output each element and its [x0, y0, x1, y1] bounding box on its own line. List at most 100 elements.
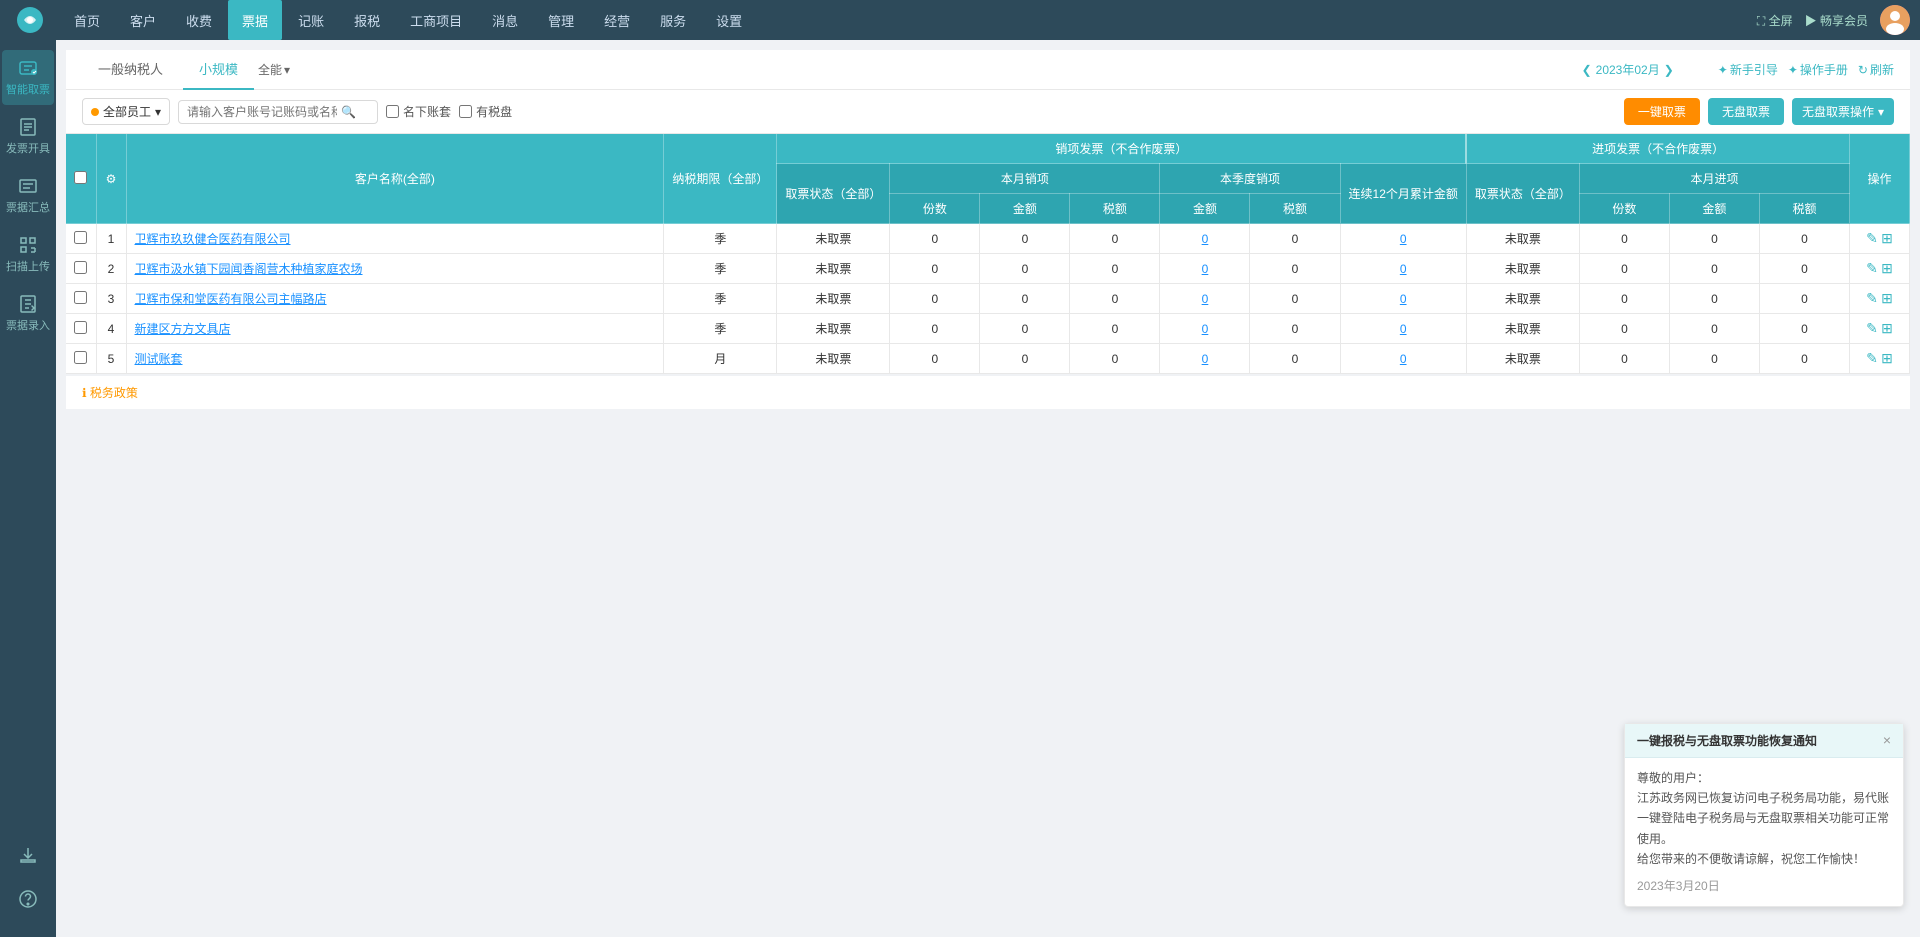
th-operations: 操作	[1850, 134, 1910, 224]
sidebar-item-issue-invoice[interactable]: 发票开具	[2, 109, 54, 164]
invoice-table: ⚙ 客户名称(全部) 纳税期限（全部） 销项发票（不合作废票） 进项发票（不合作…	[66, 134, 1910, 374]
nav-settings[interactable]: 设置	[702, 0, 756, 40]
client-name-filter[interactable]: 客户名称(全部)	[355, 170, 435, 187]
sidebar-item-scan[interactable]: 扫描上传	[2, 227, 54, 282]
row-sale-status: 未取票	[777, 254, 890, 284]
tax-footer[interactable]: ℹ 税务政策	[66, 376, 1910, 409]
table-row: 2 卫辉市汲水镇下园闻香阁营木种植家庭农场 季 未取票 0 0 0 0 0 0 …	[66, 254, 1910, 284]
detail-icon[interactable]: ⊞	[1881, 290, 1893, 307]
th-sale-quarter-tax: 税额	[1250, 194, 1340, 224]
one-click-ticket-btn[interactable]: 一键取票	[1624, 98, 1700, 125]
row-checkbox[interactable]	[66, 284, 96, 314]
tab-general-taxpayer[interactable]: 一般纳税人	[82, 50, 179, 90]
row-purchase-month-tax: 0	[1759, 344, 1849, 374]
nav-next-month[interactable]: ❯	[1664, 63, 1674, 77]
row-purchase-month-amount: 0	[1669, 344, 1759, 374]
row-sale-month-tax: 0	[1070, 344, 1160, 374]
edit-icon[interactable]: ✎	[1866, 350, 1878, 367]
nav-business2[interactable]: 经营	[590, 0, 644, 40]
employee-filter-label: 全部员工	[103, 103, 151, 120]
th-sale-month-amount: 金额	[980, 194, 1070, 224]
notification-title: 一键报税与无盘取票功能恢复通知	[1637, 732, 1817, 749]
has-tax-disk-filter[interactable]: 有税盘	[459, 103, 512, 120]
sidebar-label-smart-ticket: 智能取票	[6, 81, 50, 97]
settings-icon[interactable]: ⚙	[106, 172, 117, 186]
row-sale-quarter-tax: 0	[1250, 284, 1340, 314]
row-actions: ✎ ⊞	[1850, 314, 1910, 344]
row-purchase-month-amount: 0	[1669, 254, 1759, 284]
row-actions: ✎ ⊞	[1850, 224, 1910, 254]
row-purchase-month-tax: 0	[1759, 284, 1849, 314]
nav-home[interactable]: 首页	[60, 0, 114, 40]
table-row: 5 测试账套 月 未取票 0 0 0 0 0 0 未取票 0 0 0 ✎ ⊞	[66, 344, 1910, 374]
row-sale-month-count: 0	[890, 284, 980, 314]
no-disk-ticket-btn[interactable]: 无盘取票	[1708, 98, 1784, 125]
fullscreen-btn[interactable]: ⛶ 全屏	[1757, 12, 1793, 29]
row-checkbox[interactable]	[66, 314, 96, 344]
search-icon[interactable]: 🔍	[341, 105, 356, 119]
refresh-link[interactable]: ↻ 刷新	[1858, 61, 1894, 78]
row-sale-month-tax: 0	[1070, 224, 1160, 254]
th-tax-period: 纳税期限（全部）	[664, 134, 777, 224]
search-input[interactable]	[187, 105, 337, 119]
th-client-name: 客户名称(全部)	[126, 134, 664, 224]
sidebar-item-smart-ticket[interactable]: 智能取票	[2, 50, 54, 105]
edit-icon[interactable]: ✎	[1866, 230, 1878, 247]
row-checkbox[interactable]	[66, 224, 96, 254]
detail-icon[interactable]: ⊞	[1881, 320, 1893, 337]
sub-account-checkbox[interactable]	[386, 105, 399, 118]
row-client-name: 测试账套	[126, 344, 664, 374]
sidebar-item-entry[interactable]: 票据录入	[2, 286, 54, 341]
detail-icon[interactable]: ⊞	[1881, 350, 1893, 367]
row-checkbox[interactable]	[66, 344, 96, 374]
nav-fee[interactable]: 收费	[172, 0, 226, 40]
nav-bookkeeping[interactable]: 记账	[284, 0, 338, 40]
edit-icon[interactable]: ✎	[1866, 320, 1878, 337]
th-purchase-group: 进项发票（不合作废票）	[1466, 134, 1849, 164]
search-box: 🔍	[178, 100, 378, 124]
detail-icon[interactable]: ⊞	[1881, 230, 1893, 247]
sub-account-filter[interactable]: 名下账套	[386, 103, 451, 120]
row-sale-status: 未取票	[777, 284, 890, 314]
row-purchase-status: 未取票	[1466, 254, 1579, 284]
nav-client[interactable]: 客户	[116, 0, 170, 40]
new-guide-link[interactable]: ✦ 新手引导	[1718, 61, 1778, 78]
tab-small-scale[interactable]: 小规模	[183, 50, 254, 90]
notification-panel: 一键报税与无盘取票功能恢复通知 × 尊敬的用户： 江苏政务网已恢复访问电子税务局…	[1624, 723, 1904, 907]
th-sale-month: 本月销项	[890, 164, 1160, 194]
th-sale-month-tax: 税额	[1070, 194, 1160, 224]
sidebar-label-issue-invoice: 发票开具	[6, 140, 50, 156]
sidebar-help[interactable]	[2, 881, 54, 917]
has-tax-disk-checkbox[interactable]	[459, 105, 472, 118]
th-checkbox	[66, 134, 96, 224]
nav-service[interactable]: 服务	[646, 0, 700, 40]
nav-manage[interactable]: 管理	[534, 0, 588, 40]
tax-policy-link[interactable]: 税务政策	[90, 386, 138, 400]
nav-message[interactable]: 消息	[478, 0, 532, 40]
user-avatar[interactable]	[1880, 5, 1910, 35]
row-sale-month-count: 0	[890, 224, 980, 254]
member-btn[interactable]: ▶ 畅享会员	[1805, 12, 1868, 29]
row-checkbox[interactable]	[66, 254, 96, 284]
nav-prev-month[interactable]: ❮	[1582, 63, 1592, 77]
row-purchase-month-amount: 0	[1669, 224, 1759, 254]
manual-link[interactable]: ✦ 操作手册	[1788, 61, 1848, 78]
tab-omnipotent[interactable]: 全能 ▾	[258, 61, 290, 78]
edit-icon[interactable]: ✎	[1866, 260, 1878, 277]
nav-invoice[interactable]: 票据	[228, 0, 282, 40]
row-purchase-status: 未取票	[1466, 224, 1579, 254]
notification-close-btn[interactable]: ×	[1883, 732, 1891, 749]
row-purchase-month-count: 0	[1579, 224, 1669, 254]
sidebar-item-summary[interactable]: 票据汇总	[2, 168, 54, 223]
nav-business[interactable]: 工商项目	[396, 0, 476, 40]
nav-tax[interactable]: 报税	[340, 0, 394, 40]
sidebar: 智能取票 发票开具 票据汇总 扫描上传 票据录入	[0, 40, 56, 937]
row-sale-12m: 0	[1340, 224, 1466, 254]
edit-icon[interactable]: ✎	[1866, 290, 1878, 307]
sidebar-download[interactable]	[2, 837, 54, 873]
select-all-checkbox[interactable]	[74, 171, 87, 184]
employee-filter[interactable]: 全部员工 ▾	[82, 98, 170, 125]
no-disk-ops-btn[interactable]: 无盘取票操作 ▾	[1792, 98, 1894, 125]
row-sale-quarter-amount: 0	[1160, 314, 1250, 344]
detail-icon[interactable]: ⊞	[1881, 260, 1893, 277]
